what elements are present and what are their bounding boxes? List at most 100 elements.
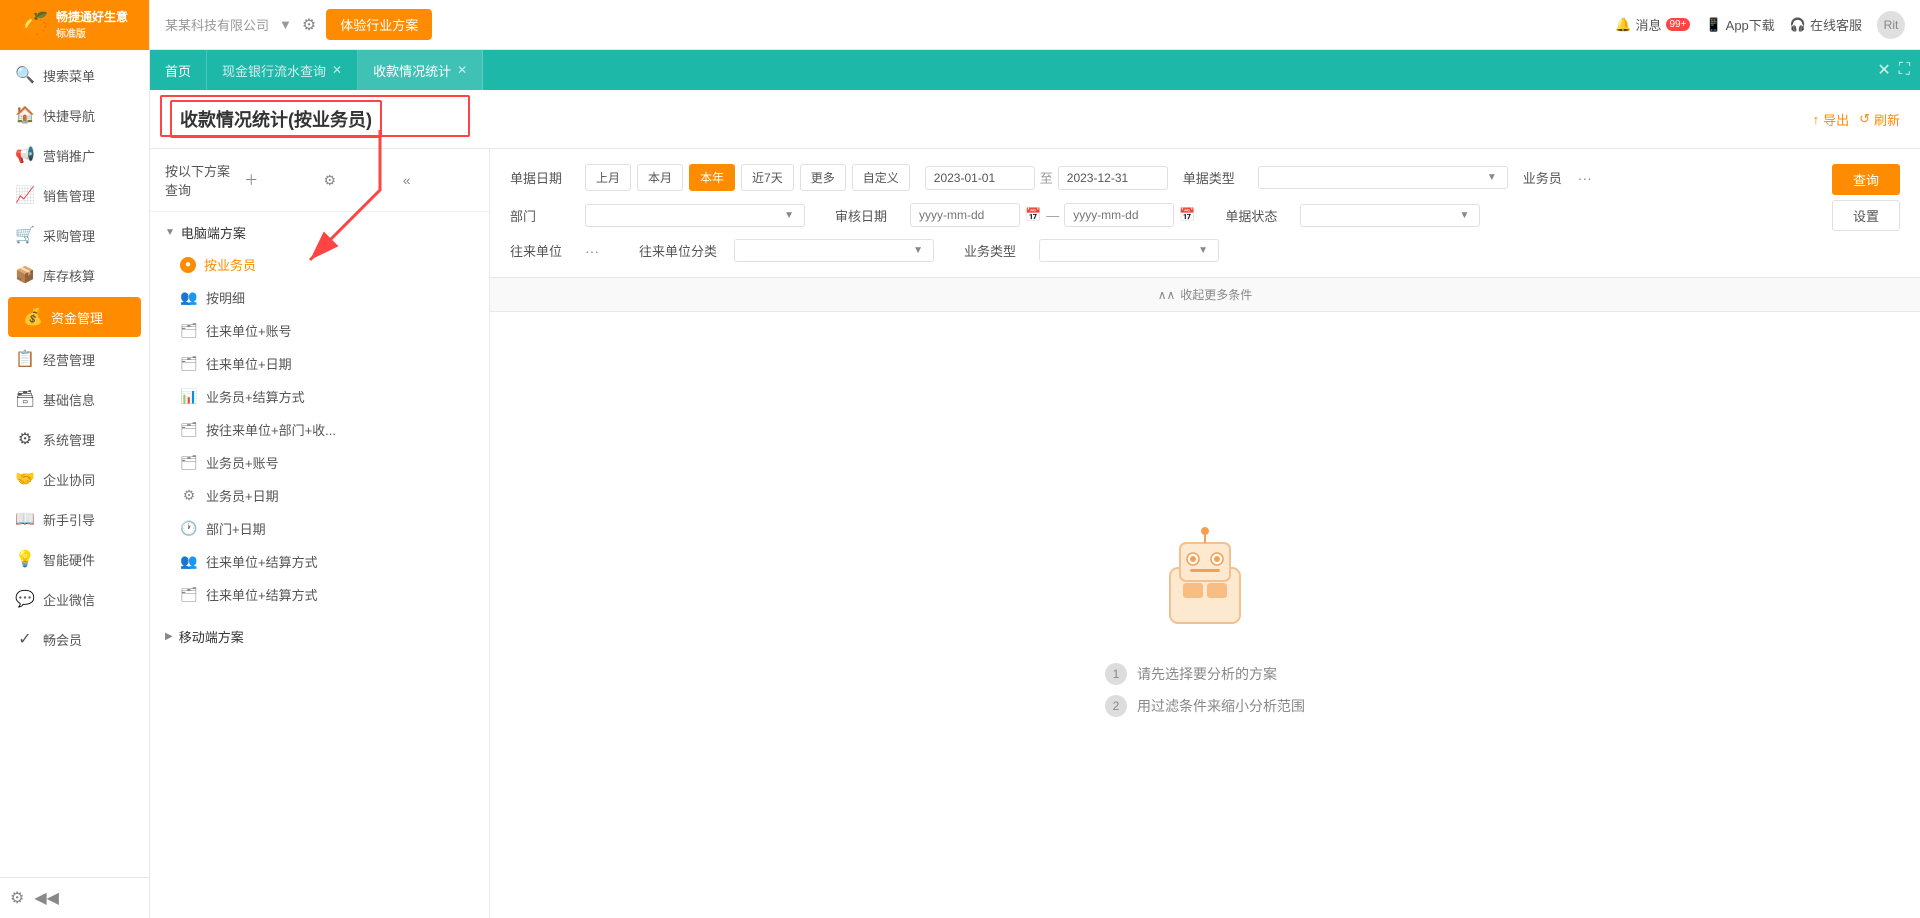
topbar-settings-icon[interactable]: ⚙ <box>302 15 316 35</box>
last-month-btn[interactable]: 上月 <box>585 164 631 191</box>
scheme-item-partner-date[interactable]: 🗂 往来单位+日期 <box>150 347 489 380</box>
collapse-label: 收起更多条件 <box>1180 286 1252 303</box>
page-header-actions: ↑ 导出 ↺ 刷新 <box>1813 110 1900 129</box>
last-7-days-btn[interactable]: 近7天 <box>741 164 794 191</box>
settings-footer-btn[interactable]: ⚙ <box>10 888 24 908</box>
scheme-item-dept-date[interactable]: 🕐 部门+日期 <box>150 512 489 545</box>
system-icon: ⚙ <box>15 429 35 449</box>
mobile-scheme-group-header[interactable]: ▶ 移动端方案 <box>150 621 489 652</box>
user-avatar[interactable]: Rit <box>1877 11 1905 39</box>
custom-date-btn[interactable]: 自定义 <box>852 164 910 191</box>
this-month-btn[interactable]: 本月 <box>637 164 683 191</box>
dept-select[interactable]: ▼ <box>585 204 805 227</box>
sidebar-item-purchase[interactable]: 🛒 采购管理 <box>0 215 149 255</box>
scheme-item-partner-dept[interactable]: 🗂 按往来单位+部门+收... <box>150 413 489 446</box>
sidebar-item-guide[interactable]: 📖 新手引导 <box>0 499 149 539</box>
sidebar-item-member[interactable]: ✓ 畅会员 <box>0 619 149 659</box>
tab-collection-stats[interactable]: 收款情况统计 ✕ <box>358 50 483 90</box>
refresh-btn[interactable]: ↺ 刷新 <box>1859 110 1900 129</box>
topbar-right: 🔔 消息 99+ 📱 App下载 🎧 在线客服 Rit <box>1615 11 1905 39</box>
sidebar-item-label: 资金管理 <box>51 308 103 327</box>
desktop-scheme-group-header[interactable]: ▼ 电脑端方案 <box>150 217 489 248</box>
trial-btn[interactable]: 体验行业方案 <box>326 9 432 40</box>
online-service-label: 在线客服 <box>1810 15 1862 34</box>
empty-step-2-num: 2 <box>1105 695 1127 717</box>
tab-fullscreen-btn[interactable]: ⛶ <box>1899 61 1910 79</box>
scheme-item-salesperson-settlement[interactable]: 📊 业务员+结算方式 <box>150 380 489 413</box>
date-to-input[interactable] <box>1058 166 1168 190</box>
page-header: 收款情况统计(按业务员) ↑ 导出 ↺ 刷新 <box>150 90 1920 149</box>
doc-status-arrow-icon: ▼ <box>1459 210 1469 221</box>
salesperson-more-icon[interactable]: ··· <box>1578 170 1592 186</box>
collapse-more-btn[interactable]: ∧∧ 收起更多条件 <box>490 278 1920 312</box>
filter-area: 单据日期 上月 本月 本年 近7天 更多 自定义 至 <box>490 149 1920 278</box>
scheme-collapse-icon[interactable]: « <box>403 172 474 188</box>
tab-bank-flow-close-icon[interactable]: ✕ <box>332 63 342 77</box>
sidebar-item-finance[interactable]: 💰 资金管理 <box>8 297 141 337</box>
sidebar-item-inventory[interactable]: 📦 库存核算 <box>0 255 149 295</box>
message-label: 消息 <box>1635 15 1661 34</box>
sidebar-item-hardware[interactable]: 💡 智能硬件 <box>0 539 149 579</box>
message-badge: 99+ <box>1666 18 1691 31</box>
sidebar-item-sales[interactable]: 📈 销售管理 <box>0 175 149 215</box>
sidebar-item-system[interactable]: ⚙ 系统管理 <box>0 419 149 459</box>
add-scheme-icon[interactable]: ＋ <box>244 170 315 190</box>
calendar-to-icon[interactable]: 📅 <box>1179 207 1195 223</box>
scheme-item-partner-account[interactable]: 🗂 往来单位+账号 <box>150 314 489 347</box>
sidebar-item-quicknav[interactable]: 🏠 快捷导航 <box>0 95 149 135</box>
salesperson-date-icon: ⚙ <box>180 487 198 504</box>
export-btn[interactable]: ↑ 导出 <box>1813 110 1850 129</box>
message-btn[interactable]: 🔔 消息 99+ <box>1615 15 1690 34</box>
sidebar-item-label: 智能硬件 <box>43 550 95 569</box>
tab-close-all-btn[interactable]: ✕ <box>1877 60 1890 80</box>
date-from-input[interactable] <box>925 166 1035 190</box>
online-service-btn[interactable]: 🎧 在线客服 <box>1790 15 1862 34</box>
scheme-settings-icon[interactable]: ⚙ <box>324 172 395 189</box>
scheme-item-salesperson-account[interactable]: 🗂 业务员+账号 <box>150 446 489 479</box>
scheme-item-partner-settlement2[interactable]: 🗂 往来单位+结算方式 <box>150 578 489 611</box>
review-from-input[interactable] <box>910 203 1020 227</box>
tab-bank-flow[interactable]: 现金银行流水查询 ✕ <box>207 50 358 90</box>
tab-collection-stats-close-icon[interactable]: ✕ <box>457 63 467 77</box>
company-dropdown-icon[interactable]: ▼ <box>279 17 292 32</box>
sidebar-item-search[interactable]: 🔍 搜索菜单 <box>0 55 149 95</box>
partner-more-icon[interactable]: ··· <box>585 243 599 259</box>
tab-home[interactable]: 首页 <box>150 50 207 90</box>
scheme-item-label: 往来单位+结算方式 <box>206 585 318 604</box>
doc-status-select[interactable]: ▼ <box>1300 204 1480 227</box>
desktop-group-arrow: ▼ <box>165 227 175 238</box>
sidebar-nav: 🔍 搜索菜单 🏠 快捷导航 📢 营销推广 📈 销售管理 🛒 采购管理 📦 库存核… <box>0 50 149 877</box>
sidebar-item-marketing[interactable]: 📢 营销推广 <box>0 135 149 175</box>
scheme-item-label: 部门+日期 <box>206 519 266 538</box>
sidebar-item-operations[interactable]: 📋 经营管理 <box>0 339 149 379</box>
query-btn[interactable]: 查询 <box>1832 164 1900 195</box>
biz-type-arrow-icon: ▼ <box>1198 245 1208 256</box>
scheme-item-salesperson-date[interactable]: ⚙ 业务员+日期 <box>150 479 489 512</box>
biz-type-select[interactable]: ▼ <box>1039 239 1219 262</box>
sidebar-item-wechat[interactable]: 💬 企业微信 <box>0 579 149 619</box>
app-download-btn[interactable]: 📱 App下载 <box>1705 15 1774 34</box>
partner-category-select[interactable]: ▼ <box>734 239 934 262</box>
this-year-btn[interactable]: 本年 <box>689 164 735 191</box>
member-icon: ✓ <box>15 629 35 649</box>
date-buttons-group: 上月 本月 本年 近7天 更多 自定义 <box>585 164 910 191</box>
collapse-sidebar-btn[interactable]: ◀◀ <box>34 888 59 908</box>
mobile-scheme-group: ▶ 移动端方案 <box>150 616 489 657</box>
calendar-from-icon[interactable]: 📅 <box>1025 207 1041 223</box>
scheme-item-by-detail[interactable]: 👥 按明细 <box>150 281 489 314</box>
filter-settings-btn[interactable]: 设置 <box>1832 200 1900 231</box>
doc-status-label: 单据状态 <box>1225 206 1285 225</box>
sidebar-item-basic[interactable]: 🗃 基础信息 <box>0 379 149 419</box>
doc-type-select[interactable]: ▼ <box>1258 166 1508 189</box>
robot-svg <box>1145 523 1265 643</box>
doc-type-arrow-icon: ▼ <box>1487 172 1497 183</box>
more-date-btn[interactable]: 更多 <box>800 164 846 191</box>
scheme-item-partner-settlement1[interactable]: 👥 往来单位+结算方式 <box>150 545 489 578</box>
sidebar-item-enterprise[interactable]: 🤝 企业协同 <box>0 459 149 499</box>
partner-filter-label: 往来单位 <box>510 241 570 260</box>
review-date-label: 审核日期 <box>835 206 895 225</box>
review-to-input[interactable] <box>1064 203 1174 227</box>
date-range-group: 至 <box>925 166 1168 190</box>
partner-dept-icon: 🗂 <box>180 421 198 438</box>
scheme-item-by-salesperson[interactable]: ● 按业务员 <box>150 248 489 281</box>
